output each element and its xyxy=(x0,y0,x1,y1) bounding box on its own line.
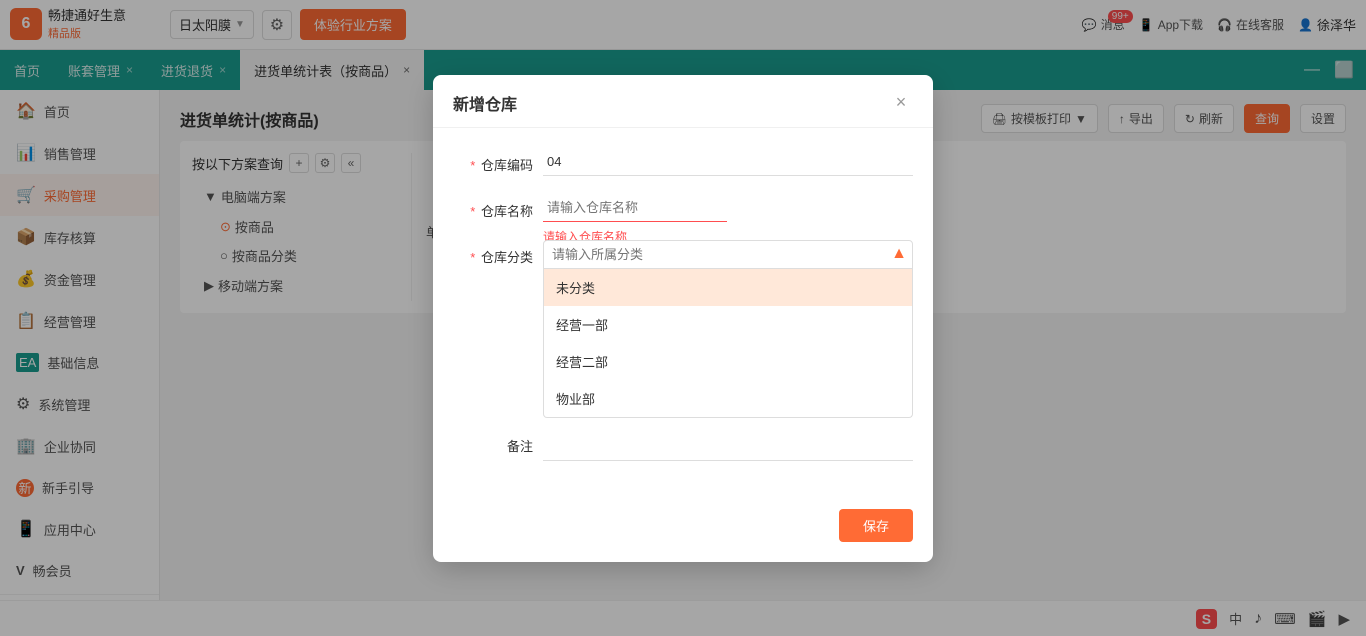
modal-header: 新增仓库 × xyxy=(433,75,933,128)
dropdown-item-dept2[interactable]: 经营二部 xyxy=(544,343,912,380)
modal-close-button[interactable]: × xyxy=(889,91,913,115)
dropdown-item-dept3[interactable]: 物业部 xyxy=(544,380,912,417)
dropdown-item-uncategorized[interactable]: 未分类 xyxy=(544,269,912,306)
modal-footer: 保存 xyxy=(433,499,933,562)
remark-input[interactable] xyxy=(543,429,913,461)
name-label: * 仓库名称 xyxy=(453,194,543,220)
form-row-remark: 备注 xyxy=(453,429,913,461)
modal-body: * 仓库编码 * 仓库名称 请输入仓库名称 * xyxy=(433,128,933,499)
code-input[interactable] xyxy=(543,148,913,176)
category-input[interactable] xyxy=(543,240,913,269)
remark-label: 备注 xyxy=(453,429,543,455)
dropdown-item-dept1[interactable]: 经营一部 xyxy=(544,306,912,343)
form-row-category: * 仓库分类 ▲ 未分类 经营一部 经营二部 物业部 xyxy=(453,240,913,269)
modal-title: 新增仓库 xyxy=(453,91,517,115)
category-toggle-button[interactable]: ▲ xyxy=(891,245,907,263)
new-warehouse-modal: 新增仓库 × * 仓库编码 * 仓库名称 xyxy=(433,75,933,562)
form-row-name: * 仓库名称 请输入仓库名称 xyxy=(453,194,913,222)
category-input-wrap: ▲ 未分类 经营一部 经营二部 物业部 xyxy=(543,240,913,269)
modal-overlay: 新增仓库 × * 仓库编码 * 仓库名称 xyxy=(0,0,1366,636)
name-input[interactable] xyxy=(543,194,727,222)
save-button[interactable]: 保存 xyxy=(839,509,913,542)
category-dropdown: 未分类 经营一部 经营二部 物业部 xyxy=(543,269,913,418)
form-row-code: * 仓库编码 xyxy=(453,148,913,176)
code-label: * 仓库编码 xyxy=(453,148,543,174)
category-label: * 仓库分类 xyxy=(453,240,543,266)
